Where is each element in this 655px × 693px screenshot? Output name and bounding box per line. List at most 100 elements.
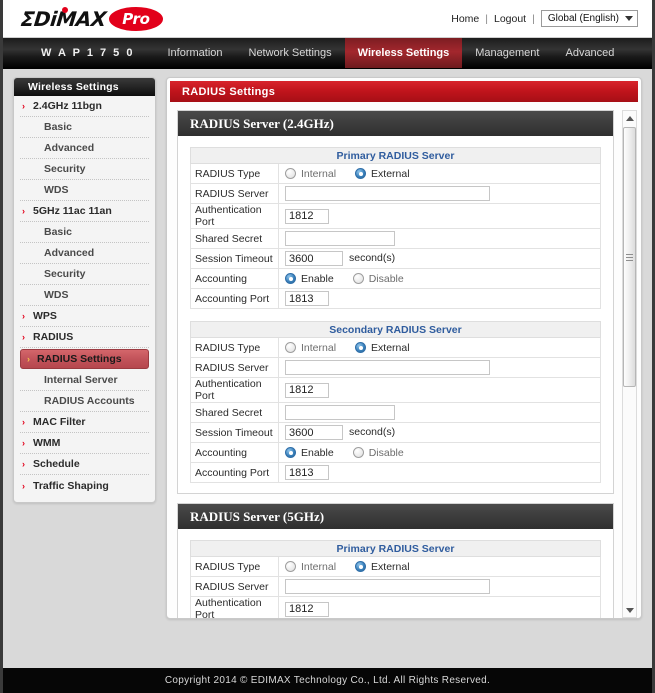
radius-server-input[interactable] [285,360,490,375]
form-row-accounting: Accounting Enable Disable [190,268,601,289]
radio-group: Enable Disable [285,273,600,285]
sidebar-item-label: 5GHz 11ac 11an [33,205,112,217]
nav-tab-management[interactable]: Management [462,38,552,68]
chevron-right-icon: › [27,354,30,364]
radius-type-label: RADIUS Type [190,556,279,577]
sidebar-item-2-4ghz-11bgn[interactable]: › 2.4GHz 11bgn [20,96,149,117]
sidebar-item-wps[interactable]: › WPS [20,306,149,327]
sidebar-item-label: RADIUS [33,331,74,343]
sidebar-item-5ghz-11ac-11an[interactable]: › 5GHz 11ac 11an [20,201,149,222]
session-timeout-label: Session Timeout [190,248,279,269]
sidebar-item-label: Basic [44,121,73,133]
card-content: Primary RADIUS Server RADIUS Type Internal… [178,529,613,618]
sidebar-item-label: Schedule [33,458,80,470]
sidebar-item-security[interactable]: Security [20,159,149,180]
logout-link[interactable]: Logout [494,13,526,25]
nav-tab-wireless-settings[interactable]: Wireless Settings [344,38,463,68]
authentication-port-input[interactable] [285,601,329,617]
authentication-port-value-cell [278,377,601,403]
scroll-up-arrow-icon[interactable] [622,111,637,125]
disable-radio[interactable] [352,447,364,458]
sidebar-item-mac-filter[interactable]: › MAC Filter [20,412,149,433]
external-radio[interactable] [355,561,367,572]
internal-radio[interactable] [285,342,296,353]
session-timeout-unit: second(s) [349,252,396,265]
language-selector[interactable]: Global (English) [540,10,638,27]
form-row-radius-type: RADIUS Type Internal External [190,556,601,577]
sidebar-item-internal-server[interactable]: Internal Server [20,370,149,391]
sidebar-item-traffic-shaping[interactable]: › Traffic Shaping [20,475,149,496]
authentication-port-input[interactable] [285,382,329,398]
session-timeout-label: Session Timeout [190,422,279,443]
authentication-port-value-cell [278,203,601,229]
radius-server-form: Primary RADIUS Server RADIUS Type Internal… [190,147,601,309]
internal-radio[interactable] [285,168,296,179]
radio-group: Internal External [285,168,600,180]
form-row-radius-server: RADIUS Server [190,357,601,378]
accounting-value-cell: Enable Disable [278,442,601,463]
external-radio[interactable] [355,168,367,179]
radius-server-label: RADIUS Server [190,183,279,204]
shared-secret-input[interactable] [285,231,395,246]
device-model-label: W A P 1 7 5 0 [41,47,135,59]
radius-server-form: Primary RADIUS Server RADIUS Type Internal… [190,540,601,618]
sidebar-item-wmm[interactable]: › WMM [20,433,149,454]
nav-tab-information[interactable]: Information [154,38,235,68]
form-row-shared-secret: Shared Secret [190,228,601,249]
chevron-right-icon: › [22,480,25,491]
scrollable-content: RADIUS Server (2.4GHz) Primary RADIUS Ser… [167,110,622,618]
accounting-port-input[interactable] [285,465,329,480]
edimax-pro-logo: ΣDiMAX Pro [20,6,163,32]
enable-radio[interactable] [285,273,296,284]
sidebar-item-basic[interactable]: Basic [20,222,149,243]
authentication-port-input[interactable] [285,208,329,224]
sidebar-item-radius-settings[interactable]: › RADIUS Settings [20,349,149,369]
sidebar-item-basic[interactable]: Basic [20,117,149,138]
sidebar-item-radius-accounts[interactable]: RADIUS Accounts [20,391,149,412]
sidebar-item-label: WDS [44,184,69,196]
external-radio[interactable] [355,342,367,353]
authentication-port-label: Authentication Port [190,377,279,403]
nav-tab-network-settings[interactable]: Network Settings [236,38,345,68]
radius-type-value-cell: Internal External [278,163,601,184]
radius-type-value-cell: Internal External [278,337,601,358]
radius-server-input[interactable] [285,186,490,201]
shared-secret-input[interactable] [285,405,395,420]
enable-radio-label: Enable [301,272,334,285]
nav-tab-advanced[interactable]: Advanced [552,38,627,68]
sidebar-item-advanced[interactable]: Advanced [20,138,149,159]
internal-radio-label: Internal [301,341,337,354]
logo-pro-text: Pro [122,10,150,28]
header-links: Home | Logout | Global (English) [451,10,638,27]
radius-server-input[interactable] [285,579,490,594]
session-timeout-input[interactable] [285,251,343,266]
session-timeout-input[interactable] [285,425,343,440]
disable-radio-label: Disable [368,446,404,459]
content-panel: RADIUS Settings RADIUS Server (2.4GHz) Pr… [166,77,642,619]
sidebar-item-schedule[interactable]: › Schedule [20,454,149,475]
sidebar-item-radius[interactable]: › RADIUS [20,327,149,348]
copyright-text: Copyright 2014 © EDIMAX Technology Co., … [164,675,491,686]
scrollbar-thumb[interactable] [623,127,636,387]
sidebar-item-advanced[interactable]: Advanced [20,243,149,264]
chevron-right-icon: › [22,206,25,216]
sidebar-item-wds[interactable]: WDS [20,285,149,306]
enable-radio[interactable] [285,447,296,458]
internal-radio-label: Internal [301,560,337,573]
scrollbar-track[interactable] [623,125,636,603]
vertical-scrollbar[interactable] [622,110,637,618]
sidebar-title: Wireless Settings [14,78,155,96]
page-title: RADIUS Settings [170,81,638,102]
header-separator-2: | [532,12,535,25]
sidebar-item-wds[interactable]: WDS [20,180,149,201]
accounting-port-input[interactable] [285,291,329,306]
scroll-down-arrow-icon[interactable] [622,603,637,617]
internal-radio[interactable] [285,561,296,572]
form-row-radius-type: RADIUS Type Internal External [190,163,601,184]
sidebar-item-security[interactable]: Security [20,264,149,285]
home-link[interactable]: Home [451,13,479,25]
disable-radio[interactable] [352,273,364,284]
logo-pro-badge: Pro [108,7,163,31]
form-row-session-timeout: Session Timeout second(s) [190,248,601,269]
external-radio-label: External [371,167,410,180]
